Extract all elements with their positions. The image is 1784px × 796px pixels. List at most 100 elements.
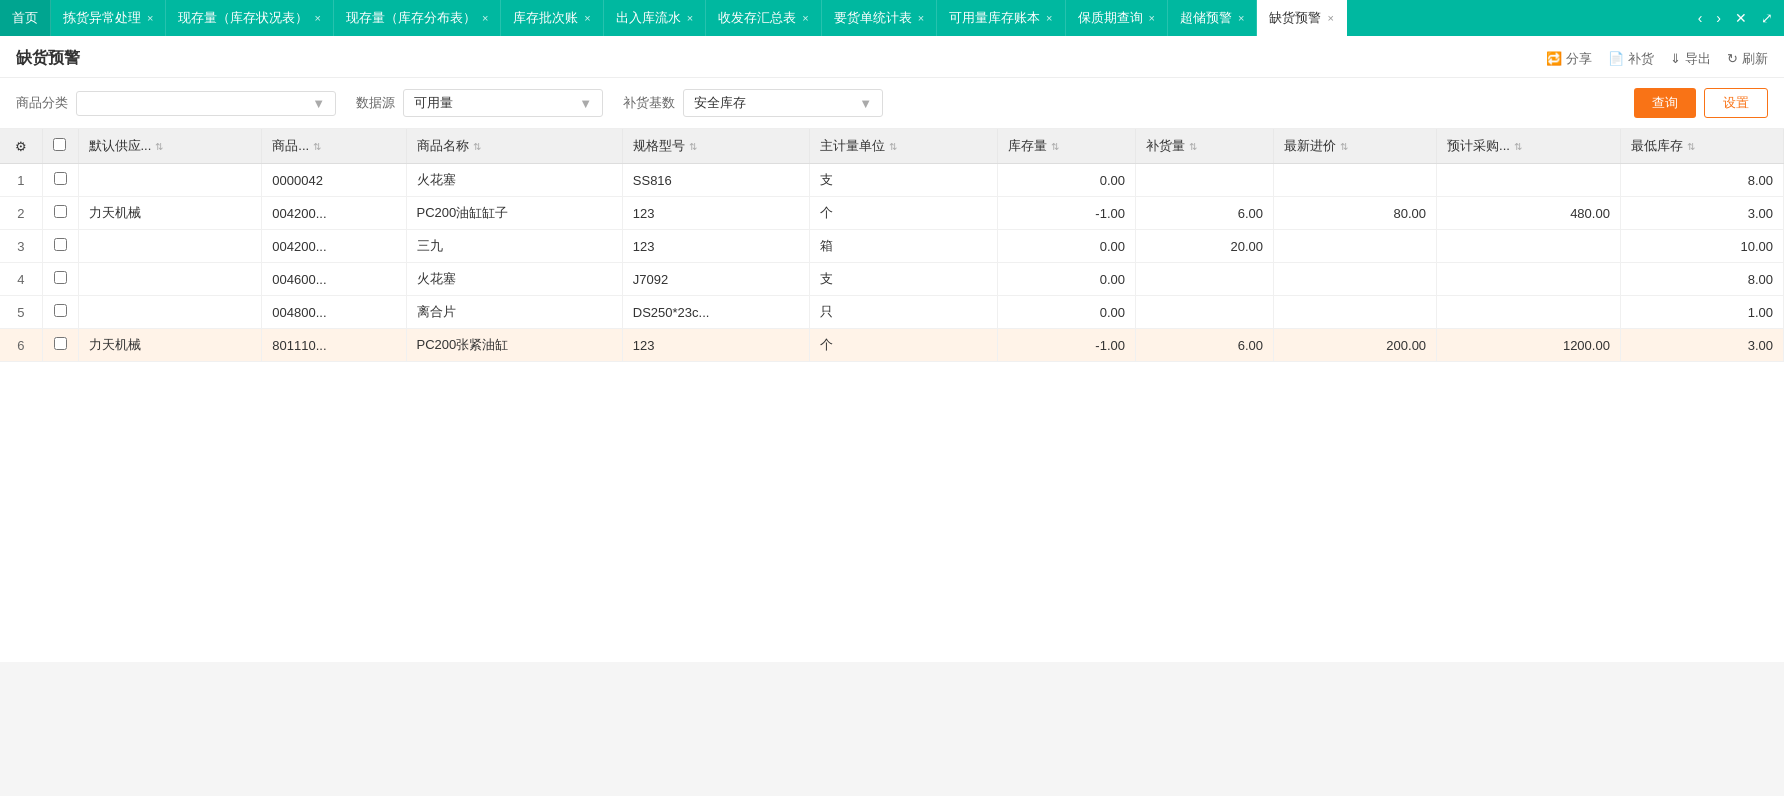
cell-spec: 123 <box>622 230 809 263</box>
cell-product-name: 火花塞 <box>406 164 622 197</box>
cell-supplier <box>78 230 262 263</box>
col-estimated-purchase[interactable]: 预计采购... ⇅ <box>1437 129 1621 164</box>
nav-item-close-icon[interactable]: × <box>482 12 488 24</box>
cell-spec: SS816 <box>622 164 809 197</box>
cell-latest-price <box>1274 296 1437 329</box>
cell-supplier: 力天机械 <box>78 197 262 230</box>
col-product-name[interactable]: 商品名称 ⇅ <box>406 129 622 164</box>
col-default-supplier[interactable]: 默认供应... ⇅ <box>78 129 262 164</box>
top-navigation: 首页拣货异常处理 ×现存量（库存状况表） ×现存量（库存分布表） ×库存批次账 … <box>0 0 1784 36</box>
cell-product-code: 0000042 <box>262 164 406 197</box>
datasource-select[interactable]: 可用量 ▼ <box>403 89 603 117</box>
nav-item-home[interactable]: 首页 <box>0 0 51 36</box>
replenish-base-label: 补货基数 <box>623 94 675 112</box>
col-settings[interactable]: ⚙ <box>0 129 42 164</box>
nav-item-close-icon[interactable]: × <box>584 12 590 24</box>
row-checkbox[interactable] <box>54 205 67 218</box>
nav-item-overstock[interactable]: 超储预警 × <box>1168 0 1257 36</box>
replenish-base-select[interactable]: 安全库存 ▼ <box>683 89 883 117</box>
replenish-action[interactable]: 📄 补货 <box>1608 50 1654 68</box>
nav-item-close-icon[interactable]: × <box>1149 12 1155 24</box>
export-action[interactable]: ⇓ 导出 <box>1670 50 1711 68</box>
cell-estimated-purchase <box>1437 296 1621 329</box>
table-header-row: ⚙ 默认供应... ⇅ 商品... ⇅ <box>0 129 1784 164</box>
nav-prev-button[interactable]: ‹ <box>1693 8 1708 28</box>
cell-min-stock: 1.00 <box>1620 296 1783 329</box>
cell-stock-qty: 0.00 <box>997 263 1135 296</box>
nav-item-close-icon[interactable]: × <box>147 12 153 24</box>
cell-stock-qty: 0.00 <box>997 230 1135 263</box>
nav-item-label: 出入库流水 <box>616 9 681 27</box>
row-number: 4 <box>0 263 42 296</box>
nav-item-label: 现存量（库存状况表） <box>178 9 308 27</box>
cell-min-stock: 10.00 <box>1620 230 1783 263</box>
page-title: 缺货预警 <box>16 48 80 69</box>
refresh-action[interactable]: ↻ 刷新 <box>1727 50 1768 68</box>
query-button[interactable]: 查询 <box>1634 88 1696 118</box>
nav-item-batch-account[interactable]: 库存批次账 × <box>501 0 603 36</box>
col-replenish-qty[interactable]: 补货量 ⇅ <box>1136 129 1274 164</box>
cell-unit: 箱 <box>809 230 997 263</box>
sort-icon-supplier: ⇅ <box>155 141 163 152</box>
nav-item-close-icon[interactable]: × <box>687 12 693 24</box>
col-product-code[interactable]: 商品... ⇅ <box>262 129 406 164</box>
nav-item-order-stats[interactable]: 要货单统计表 × <box>822 0 937 36</box>
nav-next-button[interactable]: › <box>1711 8 1726 28</box>
row-checkbox[interactable] <box>54 172 67 185</box>
col-stock-qty[interactable]: 库存量 ⇅ <box>997 129 1135 164</box>
nav-item-label: 收发存汇总表 <box>718 9 796 27</box>
row-checkbox[interactable] <box>54 238 67 251</box>
sort-icon-name: ⇅ <box>473 141 481 152</box>
nav-item-label: 超储预警 <box>1180 9 1232 27</box>
row-checkbox-cell <box>42 263 78 296</box>
col-unit[interactable]: 主计量单位 ⇅ <box>809 129 997 164</box>
nav-item-label: 可用量库存账本 <box>949 9 1040 27</box>
nav-item-inventory-status[interactable]: 现存量（库存状况表） × <box>166 0 333 36</box>
nav-item-close-icon[interactable]: × <box>1046 12 1052 24</box>
nav-item-in-out-flow[interactable]: 出入库流水 × <box>604 0 706 36</box>
nav-item-inventory-dist[interactable]: 现存量（库存分布表） × <box>334 0 501 36</box>
cell-unit: 支 <box>809 164 997 197</box>
cell-unit: 只 <box>809 296 997 329</box>
nav-item-shortage[interactable]: 缺货预警 × <box>1257 0 1346 36</box>
category-arrow-icon: ▼ <box>312 96 325 111</box>
nav-item-close-icon[interactable]: × <box>1327 12 1333 24</box>
row-checkbox[interactable] <box>54 337 67 350</box>
nav-item-label: 拣货异常处理 <box>63 9 141 27</box>
datasource-label: 数据源 <box>356 94 395 112</box>
nav-item-label: 现存量（库存分布表） <box>346 9 476 27</box>
nav-item-expiry-query[interactable]: 保质期查询 × <box>1066 0 1168 36</box>
nav-item-available-book[interactable]: 可用量库存账本 × <box>937 0 1065 36</box>
nav-item-close-icon[interactable]: × <box>918 12 924 24</box>
col-min-stock[interactable]: 最低库存 ⇅ <box>1620 129 1783 164</box>
sort-icon-unit: ⇅ <box>889 141 897 152</box>
sort-icon-min-stock: ⇅ <box>1687 141 1695 152</box>
row-checkbox[interactable] <box>54 271 67 284</box>
nav-expand-button[interactable]: ⤢ <box>1756 8 1778 28</box>
cell-product-name: 三九 <box>406 230 622 263</box>
nav-item-label: 要货单统计表 <box>834 9 912 27</box>
row-checkbox[interactable] <box>54 304 67 317</box>
nav-close-button[interactable]: ✕ <box>1730 8 1752 28</box>
nav-item-close-icon[interactable]: × <box>1238 12 1244 24</box>
row-number: 5 <box>0 296 42 329</box>
row-number: 6 <box>0 329 42 362</box>
cell-latest-price <box>1274 230 1437 263</box>
cell-spec: J7092 <box>622 263 809 296</box>
nav-item-receive-summary[interactable]: 收发存汇总表 × <box>706 0 821 36</box>
row-number: 3 <box>0 230 42 263</box>
sort-icon-stock: ⇅ <box>1051 141 1059 152</box>
row-checkbox-cell <box>42 329 78 362</box>
col-spec[interactable]: 规格型号 ⇅ <box>622 129 809 164</box>
cell-product-code: 801110... <box>262 329 406 362</box>
nav-item-picking-anomaly[interactable]: 拣货异常处理 × <box>51 0 166 36</box>
share-action[interactable]: 🔁 分享 <box>1546 50 1592 68</box>
category-select[interactable]: ▼ <box>76 91 336 116</box>
table-container: ⚙ 默认供应... ⇅ 商品... ⇅ <box>0 129 1784 362</box>
col-latest-price[interactable]: 最新进价 ⇅ <box>1274 129 1437 164</box>
page-header: 缺货预警 🔁 分享 📄 补货 ⇓ 导出 ↻ 刷新 <box>0 36 1784 78</box>
select-all-checkbox[interactable] <box>53 138 66 151</box>
settings-button[interactable]: 设置 <box>1704 88 1768 118</box>
nav-item-close-icon[interactable]: × <box>802 12 808 24</box>
nav-item-close-icon[interactable]: × <box>314 12 320 24</box>
